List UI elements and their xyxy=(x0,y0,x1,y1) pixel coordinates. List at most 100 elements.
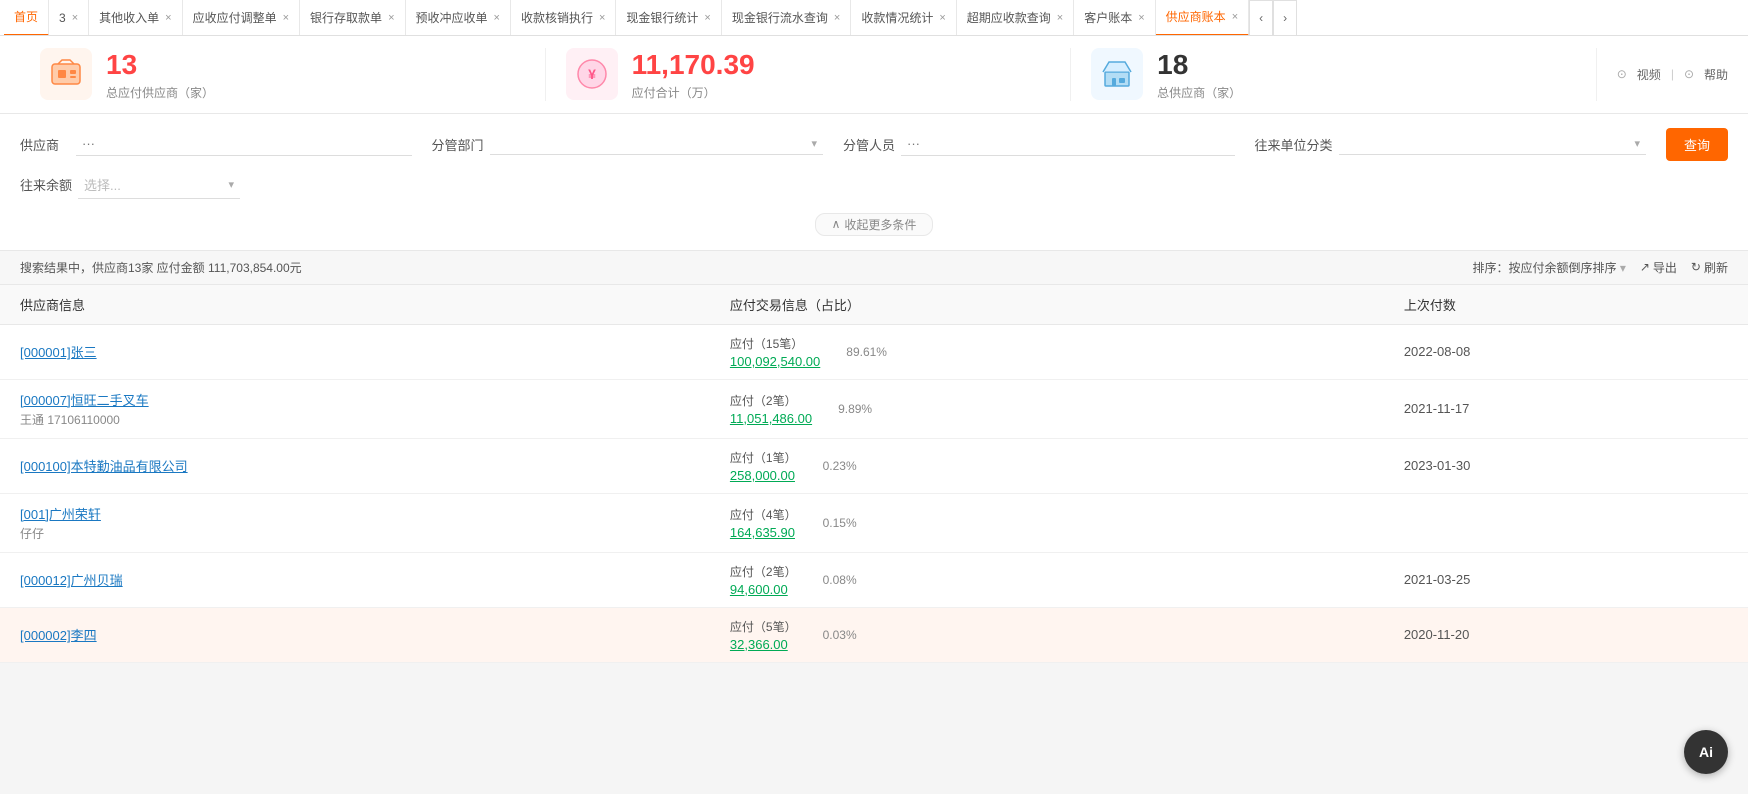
export-button[interactable]: ↗ 导出 xyxy=(1640,259,1677,276)
nav-tab-label: 3 xyxy=(59,11,66,25)
table-row: [000100]本特勤油品有限公司 应付（1笔） 258,000.00 0.23… xyxy=(0,438,1748,493)
nav-tab-label: 客户账本 xyxy=(1084,9,1132,26)
last-pay-cell: 2021-03-25 xyxy=(1384,552,1748,607)
close-icon[interactable]: × xyxy=(72,12,78,24)
last-pay-cell xyxy=(1384,493,1748,552)
pay-label: 应付（2笔） xyxy=(730,563,797,580)
query-button[interactable]: 查询 xyxy=(1666,128,1728,161)
table-row: [000001]张三 应付（15笔） 100,092,540.00 89.61%… xyxy=(0,324,1748,379)
close-icon[interactable]: × xyxy=(283,12,289,24)
person-label: 分管人员 xyxy=(843,135,895,154)
balance-placeholder: 选择... xyxy=(84,175,121,194)
chevron-up-icon: ∧ xyxy=(832,217,841,231)
close-icon[interactable]: × xyxy=(599,12,605,24)
nav-left-arrow[interactable]: ‹ xyxy=(1249,0,1273,36)
close-icon[interactable]: × xyxy=(834,12,840,24)
amount-link[interactable]: 100,092,540.00 xyxy=(730,354,820,369)
video-link[interactable]: 视频 xyxy=(1637,66,1661,83)
category-select[interactable]: ▾ xyxy=(1339,133,1646,155)
close-icon[interactable]: × xyxy=(388,12,394,24)
help-icon: ⊙ xyxy=(1684,67,1694,81)
total-payable-suppliers: 13 xyxy=(106,48,214,82)
table-body: [000001]张三 应付（15笔） 100,092,540.00 89.61%… xyxy=(0,324,1748,662)
nav-tab-label: 供应商账本 xyxy=(1166,8,1226,25)
supplier-link[interactable]: [000002]李四 xyxy=(20,628,97,643)
result-bar: 搜索结果中，供应商13家 应付金额 111,703,854.00元 排序：按应付… xyxy=(0,251,1748,285)
ai-badge[interactable]: Ai xyxy=(1684,730,1728,774)
nav-tab-label: 收款情况统计 xyxy=(861,9,933,26)
chevron-down-icon: ▾ xyxy=(811,137,817,150)
top-nav: 首页 3 × 其他收入单 × 应收应付调整单 × 银行存取款单 × 预收冲应收单… xyxy=(0,0,1748,36)
table-row: [000002]李四 应付（5笔） 32,366.00 0.03% 2020-1… xyxy=(0,607,1748,662)
dept-select[interactable]: ▾ xyxy=(490,133,823,155)
close-icon[interactable]: × xyxy=(939,12,945,24)
card-info-total: 18 总供应商（家） xyxy=(1157,48,1241,101)
nav-tab-label: 现金银行统计 xyxy=(626,9,698,26)
nav-tab-customer-ledger[interactable]: 客户账本 × xyxy=(1074,0,1155,36)
summary-bar: 13 总应付供应商（家） ¥ 11,170.39 应付合计（万） xyxy=(0,36,1748,114)
nav-tab-supplier-ledger[interactable]: 供应商账本 × xyxy=(1156,0,1249,36)
nav-tab-bank[interactable]: 银行存取款单 × xyxy=(300,0,405,36)
sort-label: 排序：按应付余额倒序排序 xyxy=(1472,261,1616,275)
supplier-link[interactable]: [000100]本特勤油品有限公司 xyxy=(20,459,188,474)
refresh-button[interactable]: ↻ 刷新 xyxy=(1691,259,1728,276)
filter-area: 供应商 分管部门 ▾ 分管人员 往来单位分类 ▾ 查询 往来余额 选择 xyxy=(0,114,1748,251)
summary-card-amount: ¥ 11,170.39 应付合计（万） xyxy=(546,48,1072,101)
amount-link[interactable]: 11,051,486.00 xyxy=(730,411,812,426)
close-icon[interactable]: × xyxy=(494,12,500,24)
amount-link[interactable]: 258,000.00 xyxy=(730,468,795,483)
percent-text: 0.15% xyxy=(813,516,857,530)
supplier-sub: 仔仔 xyxy=(20,525,690,542)
amount-link[interactable]: 32,366.00 xyxy=(730,637,788,652)
transaction-cell: 应付（1笔） 258,000.00 0.23% xyxy=(710,438,1384,493)
amount-link[interactable]: 164,635.90 xyxy=(730,525,795,540)
pay-label: 应付（1笔） xyxy=(730,449,797,466)
filter-row-1: 供应商 分管部门 ▾ 分管人员 往来单位分类 ▾ 查询 xyxy=(20,128,1728,161)
transaction-cell: 应付（4笔） 164,635.90 0.15% xyxy=(710,493,1384,552)
summary-card-suppliers: 13 总应付供应商（家） xyxy=(20,48,546,101)
sort-dropdown[interactable]: 排序：按应付余额倒序排序 ▾ xyxy=(1472,259,1625,276)
nav-tab-3[interactable]: 3 × xyxy=(49,0,89,36)
nav-tab-cash-stat[interactable]: 现金银行统计 × xyxy=(616,0,721,36)
supplier-filter: 供应商 xyxy=(20,132,412,156)
supplier-link[interactable]: [001]广州荣轩 xyxy=(20,507,101,522)
nav-tab-collection[interactable]: 收款核销执行 × xyxy=(511,0,616,36)
collapse-button[interactable]: ∧ 收起更多条件 xyxy=(815,213,934,236)
last-pay-date: 2023-01-30 xyxy=(1404,458,1471,473)
pay-label: 应付（15笔） xyxy=(730,335,820,352)
person-input[interactable] xyxy=(901,132,1234,156)
supplier-link[interactable]: [000007]恒旺二手叉车 xyxy=(20,393,149,408)
export-label: 导出 xyxy=(1653,259,1677,276)
last-pay-cell: 2020-11-20 xyxy=(1384,607,1748,662)
last-pay-cell: 2023-01-30 xyxy=(1384,438,1748,493)
percent-text: 0.03% xyxy=(813,628,857,642)
last-pay-cell: 2022-08-08 xyxy=(1384,324,1748,379)
close-icon[interactable]: × xyxy=(1138,12,1144,24)
category-label: 往来单位分类 xyxy=(1255,135,1333,154)
close-icon[interactable]: × xyxy=(704,12,710,24)
amount-link[interactable]: 94,600.00 xyxy=(730,582,788,597)
balance-filter: 往来余额 选择... ▾ xyxy=(20,171,240,199)
nav-tab-label: 预收冲应收单 xyxy=(416,9,488,26)
supplier-link[interactable]: [000001]张三 xyxy=(20,345,97,360)
supplier-input[interactable] xyxy=(76,132,412,156)
main-content: 供应商信息 应付交易信息（占比） 上次付数 [000001]张三 应付（15笔）… xyxy=(0,285,1748,663)
close-icon[interactable]: × xyxy=(1232,11,1238,23)
nav-tab-adjust[interactable]: 应收应付调整单 × xyxy=(183,0,300,36)
nav-right-arrow[interactable]: › xyxy=(1273,0,1297,36)
nav-tab-collect-stat[interactable]: 收款情况统计 × xyxy=(851,0,956,36)
nav-tab-prepay[interactable]: 预收冲应收单 × xyxy=(406,0,511,36)
pay-label: 应付（2笔） xyxy=(730,392,812,409)
close-icon[interactable]: × xyxy=(1057,12,1063,24)
nav-tab-home[interactable]: 首页 xyxy=(4,0,49,36)
close-icon[interactable]: × xyxy=(165,12,171,24)
nav-tab-cash-flow[interactable]: 现金银行流水查询 × xyxy=(722,0,851,36)
nav-tab-other-income[interactable]: 其他收入单 × xyxy=(89,0,182,36)
top-right-links: ⊙ 视频 | ⊙ 帮助 xyxy=(1597,66,1728,83)
total-payable-amount-label: 应付合计（万） xyxy=(632,84,755,101)
help-link[interactable]: 帮助 xyxy=(1704,66,1728,83)
supplier-link[interactable]: [000012]广州贝瑞 xyxy=(20,573,123,588)
col-supplier-info: 供应商信息 xyxy=(0,285,710,325)
nav-tab-overdue[interactable]: 超期应收款查询 × xyxy=(957,0,1074,36)
balance-select[interactable]: 选择... ▾ xyxy=(78,171,240,199)
